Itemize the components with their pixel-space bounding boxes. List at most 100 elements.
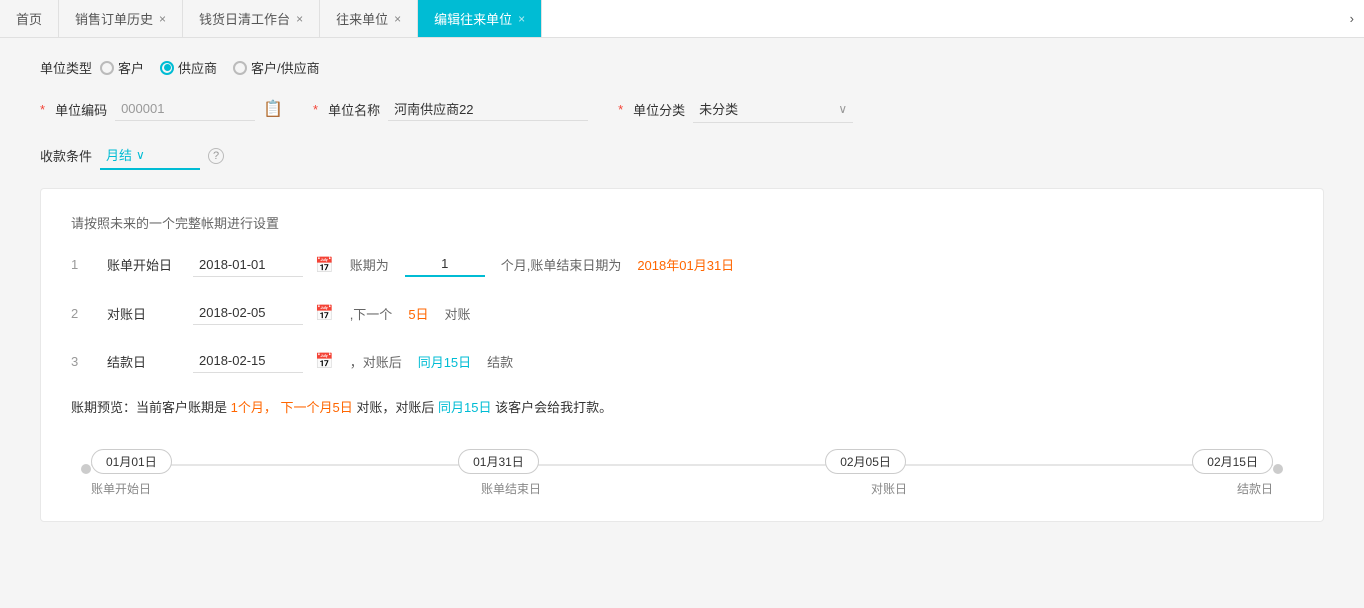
tl-label-2: 账单结束日 bbox=[481, 480, 541, 497]
tab-partners[interactable]: 往来单位 × bbox=[320, 0, 418, 37]
radio-supplier[interactable]: 供应商 bbox=[160, 58, 217, 77]
unit-name-input[interactable] bbox=[388, 97, 588, 121]
tl-node-3: 02月05日 bbox=[825, 449, 906, 482]
period-desc-suffix-2: 对账 bbox=[445, 304, 471, 323]
payment-select-value: 月结 bbox=[106, 145, 132, 164]
period-highlight1-2: 5日 bbox=[408, 304, 428, 323]
period-label-1: 账单开始日 bbox=[107, 255, 177, 274]
period-highlight2-3: 同月15日 bbox=[418, 352, 471, 371]
tab-sales-history-label: 销售订单历史 bbox=[75, 9, 153, 28]
help-icon[interactable]: ? bbox=[208, 148, 224, 164]
period-desc-suffix-3: 结款 bbox=[487, 352, 513, 371]
close-icon[interactable]: × bbox=[296, 12, 303, 26]
tab-partners-label: 往来单位 bbox=[336, 9, 388, 28]
radio-supplier-label: 供应商 bbox=[178, 58, 217, 77]
unit-info-row: * 单位编码 📋 * 单位名称 * 单位分类 未分类 ∨ bbox=[40, 95, 1324, 123]
payment-field: 收款条件 月结 ∨ ? bbox=[40, 141, 224, 170]
tab-bar: 首页 销售订单历史 × 钱货日清工作台 × 往来单位 × 编辑往来单位 × › bbox=[0, 0, 1364, 38]
unit-name-field: * 单位名称 bbox=[313, 97, 588, 121]
unit-category-field: * 单位分类 未分类 ∨ bbox=[618, 95, 853, 123]
unit-code-input[interactable] bbox=[115, 97, 255, 121]
period-num-3: 3 bbox=[71, 354, 91, 369]
tab-cash-work-label: 钱货日清工作台 bbox=[199, 9, 290, 28]
tl-labels: 账单开始日 账单结束日 对账日 结款日 bbox=[91, 480, 1273, 497]
timeline-right-dot bbox=[1273, 464, 1283, 474]
tab-cash-work[interactable]: 钱货日清工作台 × bbox=[183, 0, 320, 37]
tl-label-1: 账单开始日 bbox=[91, 480, 151, 497]
preview-label-mid: 对账，对账后 bbox=[356, 400, 434, 415]
unit-type-row: 单位类型 客户 供应商 客户/供应商 bbox=[40, 58, 1324, 77]
unit-code-field: * 单位编码 📋 bbox=[40, 97, 283, 121]
radio-circle-both bbox=[233, 61, 247, 75]
unit-category-select[interactable]: 未分类 ∨ bbox=[693, 95, 853, 123]
period-label-2: 对账日 bbox=[107, 304, 177, 323]
timeline-container: 01月01日 01月31日 02月05日 02月15日 bbox=[71, 440, 1293, 497]
required-star-code: * bbox=[40, 102, 45, 117]
unit-category-value: 未分类 bbox=[699, 99, 834, 118]
tl-node-4: 02月15日 bbox=[1192, 449, 1273, 482]
timeline-nodes: 01月01日 01月31日 02月05日 02月15日 bbox=[91, 450, 1273, 497]
chevron-down-icon: ∨ bbox=[838, 102, 847, 116]
tl-label-3: 对账日 bbox=[871, 480, 907, 497]
timeline-left-dot bbox=[81, 464, 91, 474]
period-months-input[interactable] bbox=[405, 252, 485, 277]
period-title: 请按照未来的一个完整帐期进行设置 bbox=[71, 213, 1293, 232]
unit-type-radio-group: 客户 供应商 客户/供应商 bbox=[100, 58, 320, 77]
tl-pill-2: 01月31日 bbox=[458, 449, 539, 474]
unit-name-label: 单位名称 bbox=[328, 100, 380, 119]
tl-node-1: 01月01日 bbox=[91, 449, 172, 482]
payment-date-input[interactable] bbox=[193, 349, 303, 373]
preview-label-prefix: 账期预览：当前客户账期是 bbox=[71, 400, 227, 415]
payment-select[interactable]: 月结 ∨ bbox=[100, 141, 200, 170]
preview-text: 账期预览：当前客户账期是 1个月， 下一个月5日 对账，对账后 同月15日 该客… bbox=[71, 397, 1293, 416]
period-num-1: 1 bbox=[71, 257, 91, 272]
required-star-name: * bbox=[313, 102, 318, 117]
radio-both[interactable]: 客户/供应商 bbox=[233, 58, 320, 77]
payment-label: 收款条件 bbox=[40, 146, 92, 165]
period-desc-prefix-3: ，对账后 bbox=[350, 352, 402, 371]
period-row-1: 1 账单开始日 📅 账期为 个月,账单结束日期为 2018年01月31日 bbox=[71, 252, 1293, 277]
unit-type-field: 单位类型 客户 供应商 客户/供应商 bbox=[40, 58, 320, 77]
unit-code-label: 单位编码 bbox=[55, 100, 107, 119]
reconcile-date-input[interactable] bbox=[193, 301, 303, 325]
period-desc-suffix-1: 个月,账单结束日期为 bbox=[501, 255, 622, 274]
unit-category-label: 单位分类 bbox=[633, 100, 685, 119]
tab-sales-history[interactable]: 销售订单历史 × bbox=[59, 0, 183, 37]
radio-customer-label: 客户 bbox=[118, 58, 144, 77]
tl-pill-1: 01月01日 bbox=[91, 449, 172, 474]
tab-home[interactable]: 首页 bbox=[0, 0, 59, 37]
main-content: 单位类型 客户 供应商 客户/供应商 * 单位编码 bbox=[0, 38, 1364, 608]
period-desc-prefix-2: ,下一个 bbox=[350, 304, 393, 323]
close-icon[interactable]: × bbox=[394, 12, 401, 26]
period-row-3: 3 结款日 📅 ，对账后 同月15日 结款 bbox=[71, 349, 1293, 373]
calendar-icon-3[interactable]: 📅 bbox=[315, 352, 334, 370]
preview-part2: 下一个月5日 bbox=[281, 400, 353, 415]
period-num-2: 2 bbox=[71, 306, 91, 321]
calendar-icon-2[interactable]: 📅 bbox=[315, 304, 334, 322]
close-icon[interactable]: × bbox=[518, 12, 525, 26]
calendar-icon-1[interactable]: 📅 bbox=[315, 256, 334, 274]
tab-more-button[interactable]: › bbox=[1340, 0, 1364, 37]
payment-row: 收款条件 月结 ∨ ? bbox=[40, 141, 1324, 170]
period-desc-prefix-1: 账期为 bbox=[350, 255, 389, 274]
tab-home-label: 首页 bbox=[16, 9, 42, 28]
tl-pill-4: 02月15日 bbox=[1192, 449, 1273, 474]
start-date-input[interactable] bbox=[193, 253, 303, 277]
close-icon[interactable]: × bbox=[159, 12, 166, 26]
tl-pill-3: 02月05日 bbox=[825, 449, 906, 474]
radio-customer[interactable]: 客户 bbox=[100, 58, 144, 77]
radio-circle-customer bbox=[100, 61, 114, 75]
tab-edit-partners[interactable]: 编辑往来单位 × bbox=[418, 0, 542, 37]
chevron-down-icon-payment: ∨ bbox=[136, 148, 145, 162]
radio-circle-supplier bbox=[160, 61, 174, 75]
chevron-right-icon: › bbox=[1350, 11, 1354, 26]
tl-label-4: 结款日 bbox=[1237, 480, 1273, 497]
period-row-2: 2 对账日 📅 ,下一个 5日 对账 bbox=[71, 301, 1293, 325]
tl-node-2: 01月31日 bbox=[458, 449, 539, 482]
period-label-3: 结款日 bbox=[107, 352, 177, 371]
required-star-cat: * bbox=[618, 102, 623, 117]
radio-both-label: 客户/供应商 bbox=[251, 58, 320, 77]
unit-type-label: 单位类型 bbox=[40, 58, 92, 77]
clipboard-icon[interactable]: 📋 bbox=[263, 99, 283, 119]
period-end-date-highlight: 2018年01月31日 bbox=[637, 255, 734, 274]
